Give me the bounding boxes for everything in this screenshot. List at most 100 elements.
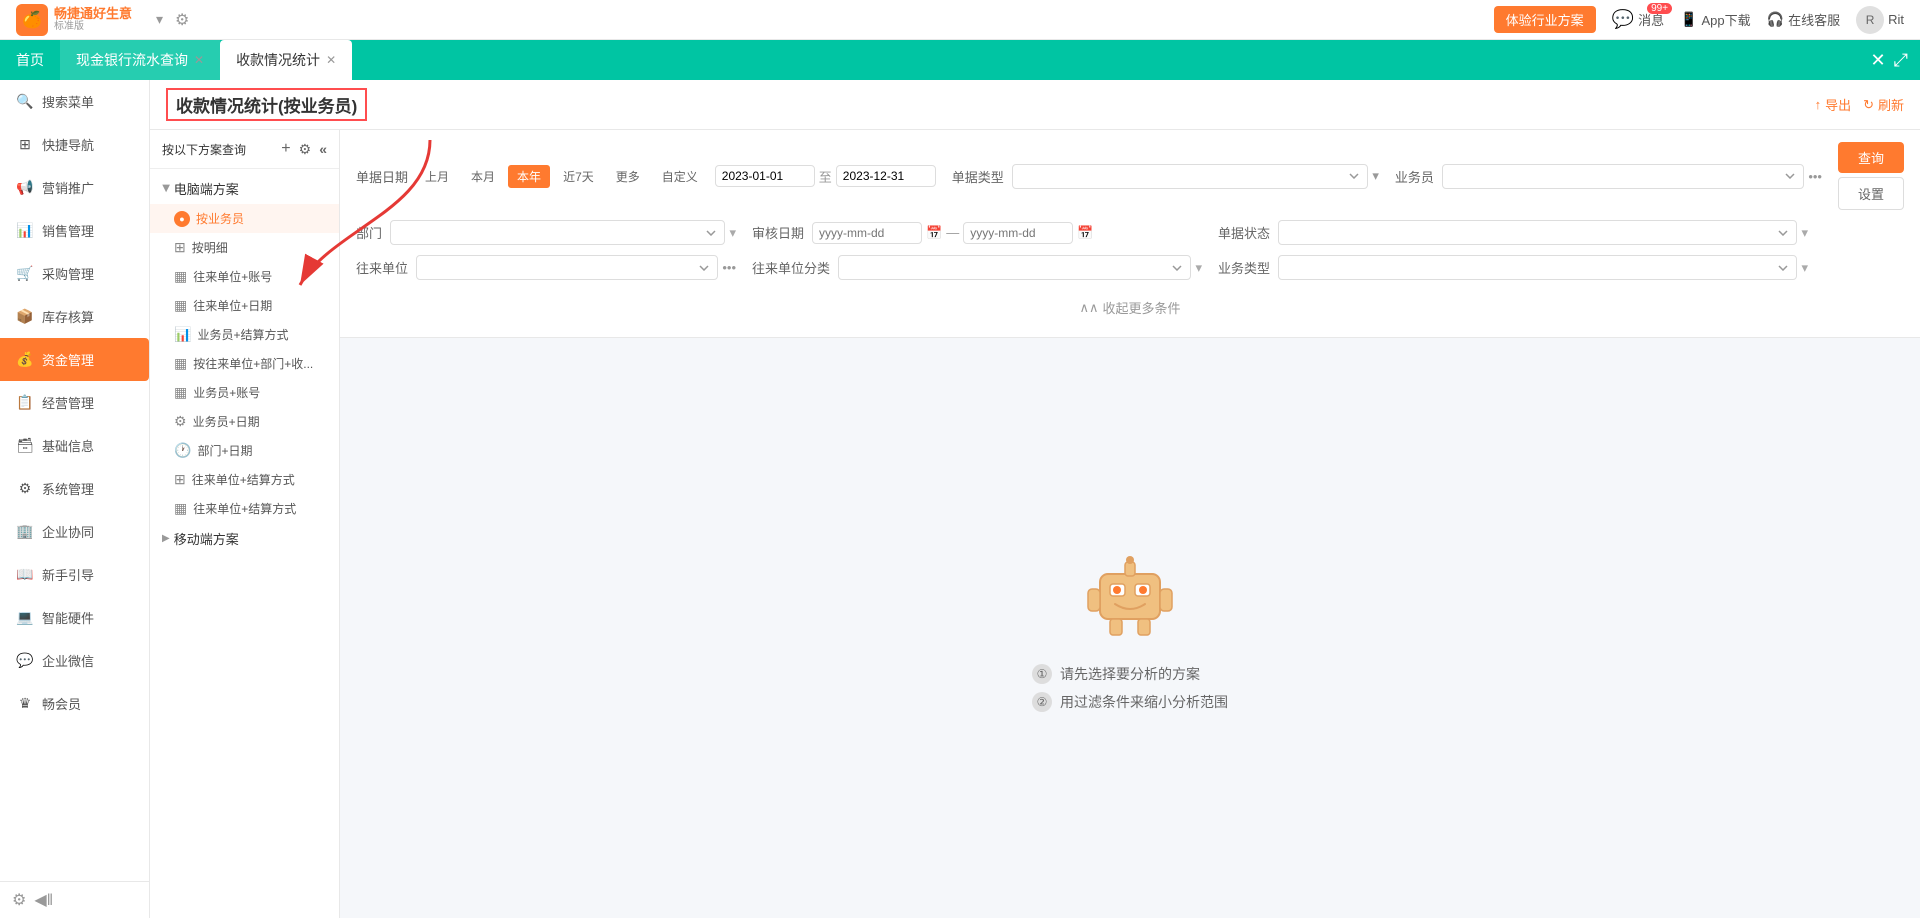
sidebar-settings-icon[interactable]: ⚙: [12, 890, 26, 910]
scheme-item-partner-account[interactable]: ▦ 往来单位+账号: [150, 262, 339, 291]
collapse-more-btn[interactable]: ∧∧ 收起更多条件: [356, 290, 1904, 325]
tab-bank-flow[interactable]: 现金银行流水查询 ✕: [60, 40, 220, 80]
sidebar-label-quicknav: 快捷导航: [42, 135, 94, 154]
scheme-item-partner-settle1[interactable]: ⊞ 往来单位+结算方式: [150, 465, 339, 494]
sidebar-item-sales[interactable]: 📊 销售管理: [0, 209, 149, 252]
tab-collection-stats[interactable]: 收款情况统计 ✕: [220, 40, 352, 80]
scheme-item-salesperson-date[interactable]: ⚙ 业务员+日期: [150, 407, 339, 436]
empty-state: ① 请先选择要分析的方案 ② 用过滤条件来缩小分析范围: [340, 338, 1920, 918]
date-tab-custom[interactable]: 自定义: [653, 165, 707, 188]
scheme-group-mobile-title[interactable]: ▶ 移动端方案: [150, 523, 339, 554]
page-header: 收款情况统计(按业务员) ↑ 导出 ↻ 刷新: [150, 80, 1920, 130]
app-download-btn[interactable]: 📱 App下载: [1680, 10, 1751, 29]
scheme-tree: ▶ 电脑端方案 ● 按业务员 ⊞ 按明细: [150, 169, 339, 918]
query-btn[interactable]: 查询: [1838, 142, 1904, 173]
date-tab-this-month[interactable]: 本月: [462, 165, 504, 188]
salesperson-item-icon: ●: [174, 211, 190, 227]
sidebar-item-base[interactable]: 🗃 基础信息: [0, 424, 149, 467]
export-icon: ↑: [1815, 97, 1822, 112]
scheme-item-dept-date[interactable]: 🕐 部门+日期: [150, 436, 339, 465]
salesperson-account-label: 业务员+账号: [193, 384, 260, 401]
date-tab-this-year[interactable]: 本年: [508, 165, 550, 188]
partner-filter-item: 往来单位 •••: [356, 255, 736, 280]
hint-text-2: 用过滤条件来缩小分析范围: [1060, 692, 1228, 712]
date-to-input[interactable]: [836, 165, 936, 187]
sidebar-item-stock[interactable]: 📦 库存核算: [0, 295, 149, 338]
try-btn[interactable]: 体验行业方案: [1494, 6, 1596, 33]
tab-close-all-icon[interactable]: ✕: [1871, 50, 1886, 71]
date-tab-more[interactable]: 更多: [607, 165, 649, 188]
hint-num-2: ②: [1032, 692, 1052, 712]
salesperson-filter-item: 业务员 •••: [1395, 164, 1822, 189]
bill-status-select[interactable]: [1278, 220, 1797, 245]
scheme-item-partner-date[interactable]: ▦ 往来单位+日期: [150, 291, 339, 320]
user-avatar[interactable]: R Rit: [1856, 6, 1904, 34]
date-tab-7days[interactable]: 近7天: [554, 165, 603, 188]
setting-btn[interactable]: 设置: [1838, 177, 1904, 210]
salesperson-select[interactable]: [1442, 164, 1804, 189]
review-date-range: 📅 — 📅: [812, 222, 1093, 244]
scheme-panel: 按以下方案查询 + ⚙ « ▶ 电脑端方案: [150, 130, 340, 918]
sidebar-collapse-icon[interactable]: ◀‖: [34, 890, 53, 910]
sidebar-item-wechat[interactable]: 💬 企业微信: [0, 639, 149, 682]
message-badge: 99+: [1647, 3, 1672, 14]
scheme-add-btn[interactable]: +: [281, 140, 290, 158]
scheme-group-desktop-title[interactable]: ▶ 电脑端方案: [150, 173, 339, 204]
sidebar-item-system[interactable]: ⚙ 系统管理: [0, 467, 149, 510]
scheme-group-desktop: ▶ 电脑端方案 ● 按业务员 ⊞ 按明细: [150, 173, 339, 523]
sidebar-item-search[interactable]: 🔍 搜索菜单: [0, 80, 149, 123]
tab-home[interactable]: 首页: [0, 40, 60, 80]
sidebar-label-purchase: 采购管理: [42, 264, 94, 283]
review-date-from-input[interactable]: [812, 222, 922, 244]
scheme-item-partner-settle2[interactable]: ▦ 往来单位+结算方式: [150, 494, 339, 523]
bill-type-select[interactable]: [1012, 164, 1369, 189]
scheme-header-title: 按以下方案查询: [162, 141, 246, 158]
refresh-label: 刷新: [1878, 95, 1904, 114]
scheme-item-salesperson-settle[interactable]: 📊 业务员+结算方式: [150, 320, 339, 349]
sidebar-item-hardware[interactable]: 💻 智能硬件: [0, 596, 149, 639]
sidebar-label-search: 搜索菜单: [42, 92, 94, 111]
biz-type-dropdown-icon: ▾: [1801, 260, 1808, 276]
online-service-btn[interactable]: 🎧 在线客服: [1767, 10, 1840, 29]
biz-type-select[interactable]: [1278, 255, 1797, 280]
partner-dept-icon: ▦: [174, 355, 187, 372]
sidebar-item-purchase[interactable]: 🛒 采购管理: [0, 252, 149, 295]
partner-select[interactable]: [416, 255, 718, 280]
app-logo: 🍊 畅捷通好生意 标准版: [16, 4, 132, 36]
expand-dropdown-icon[interactable]: ▾: [156, 11, 163, 28]
gear-settings-icon[interactable]: ⚙: [175, 10, 189, 30]
sidebar-item-market[interactable]: 📢 营销推广: [0, 166, 149, 209]
messages-btn[interactable]: 💬 99+ 消息: [1612, 9, 1664, 30]
scheme-setting-btn[interactable]: ⚙: [299, 141, 312, 158]
mobile-arrow-icon: ▶: [162, 533, 170, 544]
tab-collection-close[interactable]: ✕: [326, 53, 336, 67]
sidebar-item-finance[interactable]: 💰 资金管理: [0, 338, 149, 381]
scheme-item-salesperson-account[interactable]: ▦ 业务员+账号: [150, 378, 339, 407]
calendar-to-icon[interactable]: 📅: [1077, 225, 1093, 241]
sidebar-item-guide[interactable]: 📖 新手引导: [0, 553, 149, 596]
calendar-from-icon[interactable]: 📅: [926, 225, 942, 241]
scheme-item-partner-dept[interactable]: ▦ 按往来单位+部门+收...: [150, 349, 339, 378]
partner-category-select[interactable]: [838, 255, 1191, 280]
tab-bank-flow-close[interactable]: ✕: [194, 53, 204, 67]
salesperson-more-btn[interactable]: •••: [1808, 169, 1822, 184]
export-btn[interactable]: ↑ 导出: [1815, 95, 1852, 114]
sidebar-item-quicknav[interactable]: ⊞ 快捷导航: [0, 123, 149, 166]
review-date-to-input[interactable]: [963, 222, 1073, 244]
corp-icon: 🏢: [16, 523, 34, 541]
scheme-collapse-btn[interactable]: «: [319, 141, 327, 157]
sidebar-item-corp[interactable]: 🏢 企业协同: [0, 510, 149, 553]
partner-more-btn[interactable]: •••: [722, 260, 736, 275]
date-tab-last-month[interactable]: 上月: [416, 165, 458, 188]
sidebar-label-finance: 资金管理: [42, 350, 94, 369]
sidebar-item-manage[interactable]: 📋 经营管理: [0, 381, 149, 424]
dept-select[interactable]: [390, 220, 725, 245]
bill-type-more-btn[interactable]: ▾: [1372, 168, 1379, 184]
tab-maximize-icon[interactable]: ⤢: [1894, 50, 1908, 71]
scheme-item-salesperson[interactable]: ● 按业务员: [150, 204, 339, 233]
sidebar-item-vip[interactable]: ♛ 畅会员: [0, 682, 149, 725]
scheme-item-detail[interactable]: ⊞ 按明细: [150, 233, 339, 262]
refresh-btn[interactable]: ↻ 刷新: [1863, 95, 1904, 114]
date-from-input[interactable]: [715, 165, 815, 187]
page-title: 收款情况统计(按业务员): [166, 88, 367, 121]
